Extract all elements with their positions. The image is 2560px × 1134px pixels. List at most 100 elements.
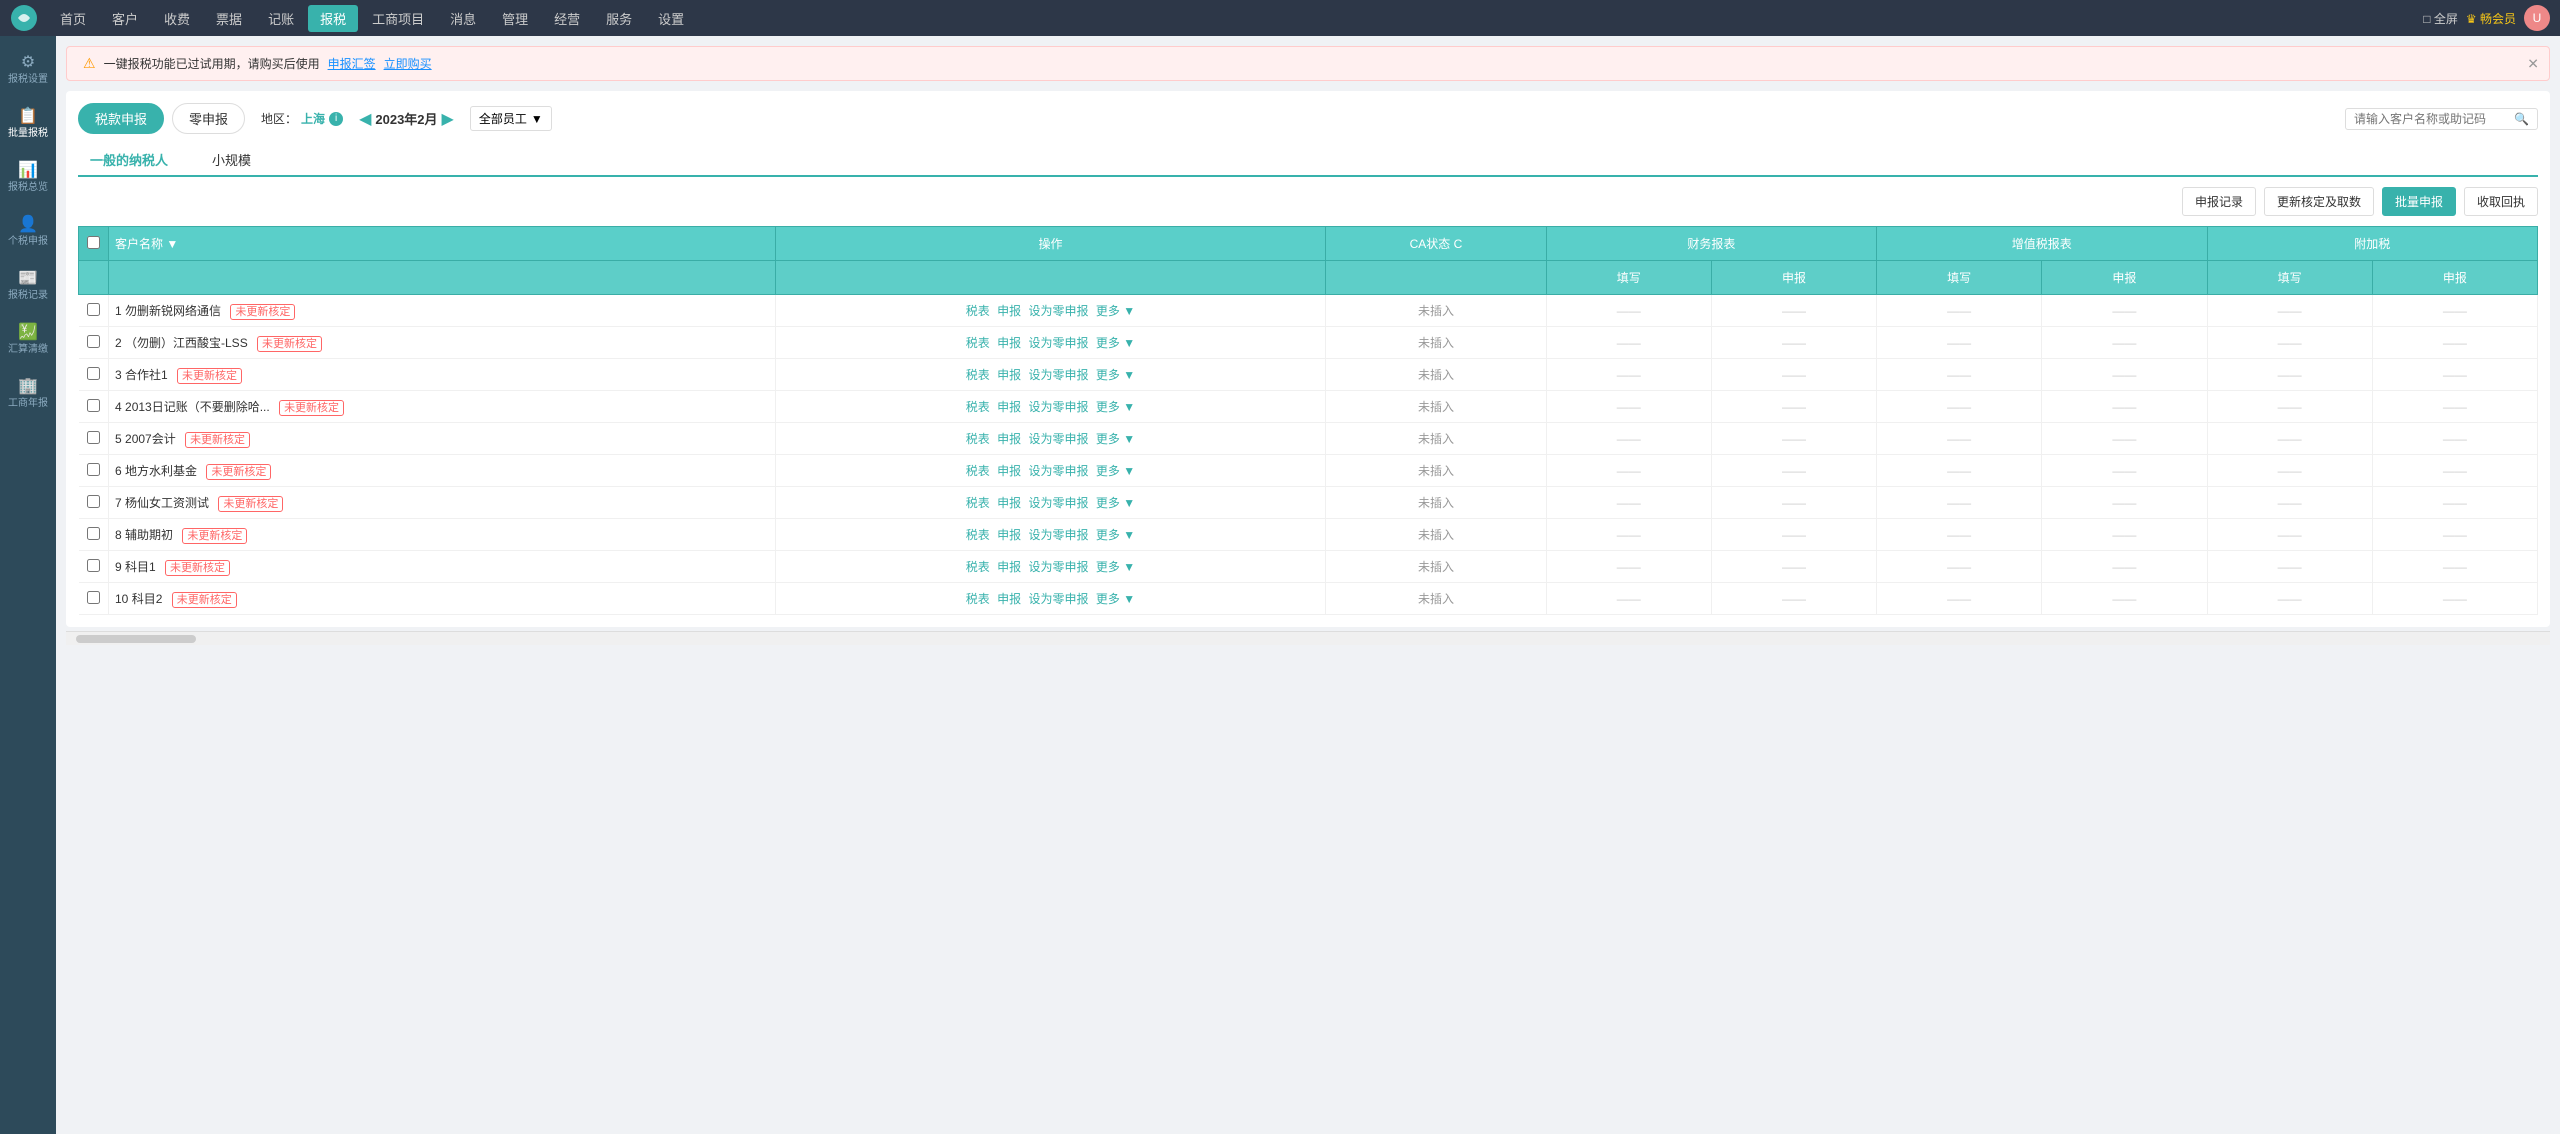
nav-settings[interactable]: 设置 <box>646 5 696 32</box>
nav-manage[interactable]: 管理 <box>490 5 540 32</box>
op-declare[interactable]: 申报 <box>997 528 1021 542</box>
op-declare[interactable]: 申报 <box>997 464 1021 478</box>
location-value: 上海 <box>301 110 325 127</box>
dash-cell: —— <box>2112 432 2136 446</box>
op-declare[interactable]: 申报 <box>997 432 1021 446</box>
op-zero-declare[interactable]: 设为零申报 <box>1029 304 1089 318</box>
row-added-declare-4: —— <box>2372 423 2537 455</box>
sidebar-item-batch-tax[interactable]: 📋 批量报税 <box>2 98 54 148</box>
department-select[interactable]: 全部员工 ▼ <box>470 106 552 131</box>
row-no-name-1: 2 （勿删）江西酸宝-LSS 未更新核定 <box>109 327 776 359</box>
nav-bookkeeping[interactable]: 记账 <box>256 5 306 32</box>
search-icon[interactable]: 🔍 <box>2514 112 2529 126</box>
nav-message[interactable]: 消息 <box>438 5 488 32</box>
row-select-5[interactable] <box>87 463 100 476</box>
banner-link-buy[interactable]: 立即购买 <box>384 55 432 72</box>
row-select-6[interactable] <box>87 495 100 508</box>
sidebar-item-business-annual[interactable]: 🏢 工商年报 <box>2 368 54 418</box>
sidebar-item-tax-records[interactable]: 📰 报税记录 <box>2 260 54 310</box>
op-more[interactable]: 更多 ▼ <box>1096 400 1135 414</box>
op-zero-declare[interactable]: 设为零申报 <box>1029 592 1089 606</box>
banner-close-btn[interactable]: ✕ <box>2527 55 2539 72</box>
sidebar-item-personal-tax[interactable]: 👤 个税申报 <box>2 206 54 256</box>
tab-tax-declare[interactable]: 税款申报 <box>78 103 164 134</box>
op-declare[interactable]: 申报 <box>997 368 1021 382</box>
select-all-checkbox[interactable] <box>87 236 100 249</box>
op-tax-form[interactable]: 税表 <box>966 496 990 510</box>
row-added-declare-0: —— <box>2372 295 2537 327</box>
row-select-2[interactable] <box>87 367 100 380</box>
nav-operations[interactable]: 经营 <box>542 5 592 32</box>
op-zero-declare[interactable]: 设为零申报 <box>1029 400 1089 414</box>
update-verify-btn[interactable]: 更新核定及取数 <box>2264 187 2374 216</box>
op-tax-form[interactable]: 税表 <box>966 528 990 542</box>
nav-tax[interactable]: 报税 <box>308 5 358 32</box>
horizontal-scrollbar[interactable] <box>66 631 2550 645</box>
op-declare[interactable]: 申报 <box>997 560 1021 574</box>
op-zero-declare[interactable]: 设为零申报 <box>1029 496 1089 510</box>
op-declare[interactable]: 申报 <box>997 496 1021 510</box>
info-icon[interactable]: i <box>329 112 343 126</box>
row-select-3[interactable] <box>87 399 100 412</box>
nav-fee[interactable]: 收费 <box>152 5 202 32</box>
op-more[interactable]: 更多 ▼ <box>1096 368 1135 382</box>
row-select-1[interactable] <box>87 335 100 348</box>
op-tax-form[interactable]: 税表 <box>966 560 990 574</box>
next-month-btn[interactable]: ▶ <box>442 109 454 129</box>
nav-invoice[interactable]: 票据 <box>204 5 254 32</box>
declare-records-btn[interactable]: 申报记录 <box>2182 187 2256 216</box>
row-select-7[interactable] <box>87 527 100 540</box>
banner-link-declare[interactable]: 申报汇签 <box>328 55 376 72</box>
ca-verify-icon[interactable]: C <box>1454 237 1463 251</box>
fullscreen-btn[interactable]: □ 全屏 <box>2423 10 2458 27</box>
prev-month-btn[interactable]: ◀ <box>359 109 371 129</box>
op-declare[interactable]: 申报 <box>997 336 1021 350</box>
op-more[interactable]: 更多 ▼ <box>1096 464 1135 478</box>
sub-tab-small[interactable]: 小规模 <box>200 144 263 177</box>
user-avatar[interactable]: U <box>2524 5 2550 31</box>
collect-receipt-btn[interactable]: 收取回执 <box>2464 187 2538 216</box>
op-tax-form[interactable]: 税表 <box>966 432 990 446</box>
op-tax-form[interactable]: 税表 <box>966 592 990 606</box>
op-zero-declare[interactable]: 设为零申报 <box>1029 368 1089 382</box>
op-zero-declare[interactable]: 设为零申报 <box>1029 528 1089 542</box>
op-more[interactable]: 更多 ▼ <box>1096 336 1135 350</box>
op-zero-declare[interactable]: 设为零申报 <box>1029 560 1089 574</box>
scroll-thumb[interactable] <box>76 635 196 643</box>
op-more[interactable]: 更多 ▼ <box>1096 592 1135 606</box>
nav-client[interactable]: 客户 <box>100 5 150 32</box>
logo[interactable] <box>10 4 38 32</box>
op-more[interactable]: 更多 ▼ <box>1096 560 1135 574</box>
row-select-9[interactable] <box>87 591 100 604</box>
op-zero-declare[interactable]: 设为零申报 <box>1029 464 1089 478</box>
sidebar-item-calc-clear[interactable]: 💹 汇算清缴 <box>2 314 54 364</box>
nav-service[interactable]: 服务 <box>594 5 644 32</box>
tab-zero-declare[interactable]: 零申报 <box>172 103 245 134</box>
op-declare[interactable]: 申报 <box>997 592 1021 606</box>
row-select-8[interactable] <box>87 559 100 572</box>
op-more[interactable]: 更多 ▼ <box>1096 304 1135 318</box>
sidebar-item-tax-overview[interactable]: 📊 报税总览 <box>2 152 54 202</box>
op-zero-declare[interactable]: 设为零申报 <box>1029 432 1089 446</box>
op-tax-form[interactable]: 税表 <box>966 336 990 350</box>
op-declare[interactable]: 申报 <box>997 304 1021 318</box>
batch-declare-btn[interactable]: 批量申报 <box>2382 187 2456 216</box>
op-tax-form[interactable]: 税表 <box>966 400 990 414</box>
vip-btn[interactable]: ♛ 畅会员 <box>2466 10 2516 27</box>
op-tax-form[interactable]: 税表 <box>966 304 990 318</box>
nav-home[interactable]: 首页 <box>48 5 98 32</box>
sub-tab-general[interactable]: 一般的纳税人 <box>78 144 180 177</box>
sidebar-item-tax-settings[interactable]: ⚙ 报税设置 <box>2 44 54 94</box>
row-select-0[interactable] <box>87 303 100 316</box>
row-select-4[interactable] <box>87 431 100 444</box>
op-declare[interactable]: 申报 <box>997 400 1021 414</box>
op-more[interactable]: 更多 ▼ <box>1096 496 1135 510</box>
op-more[interactable]: 更多 ▼ <box>1096 432 1135 446</box>
search-input[interactable] <box>2354 112 2514 126</box>
op-more[interactable]: 更多 ▼ <box>1096 528 1135 542</box>
nav-business[interactable]: 工商项目 <box>360 5 436 32</box>
op-zero-declare[interactable]: 设为零申报 <box>1029 336 1089 350</box>
op-tax-form[interactable]: 税表 <box>966 368 990 382</box>
sort-icon[interactable]: ▼ <box>166 237 178 251</box>
op-tax-form[interactable]: 税表 <box>966 464 990 478</box>
